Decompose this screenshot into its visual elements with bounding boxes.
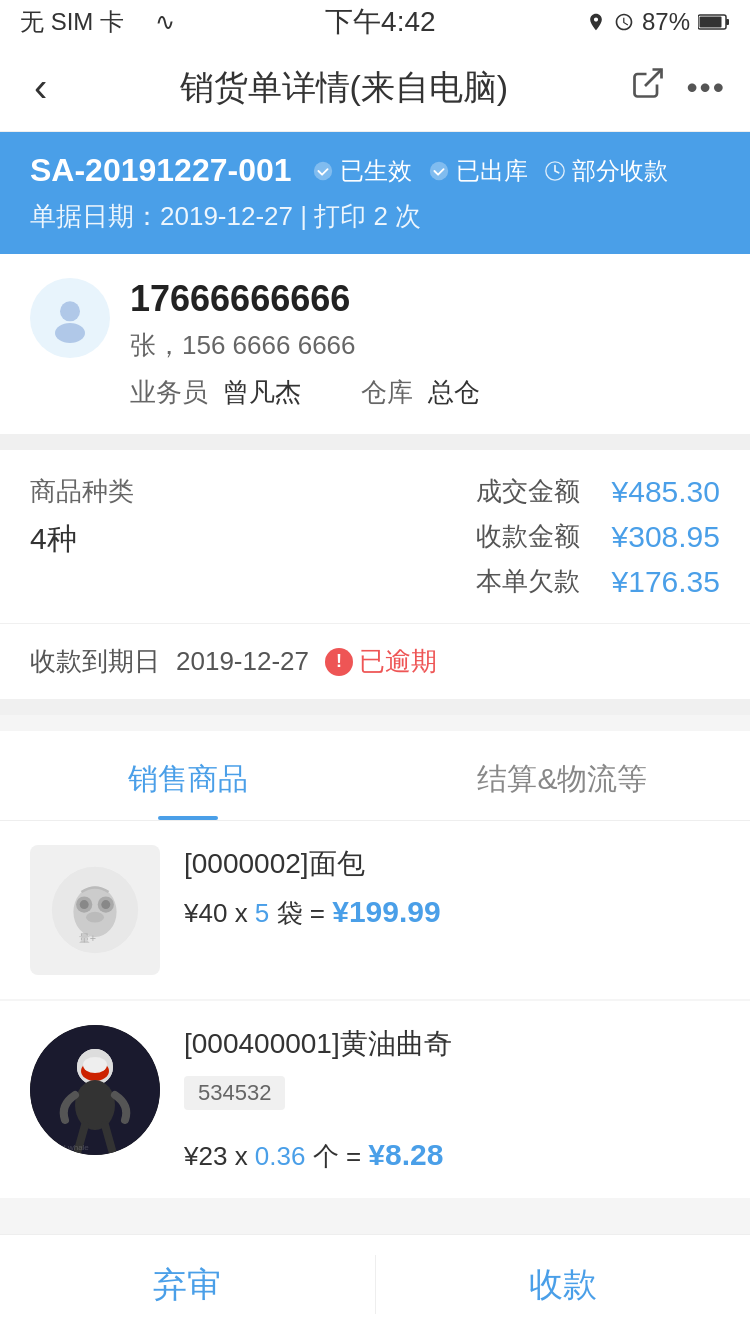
battery-icon bbox=[698, 13, 730, 31]
svg-point-21 bbox=[83, 1057, 107, 1073]
divider-2 bbox=[0, 699, 750, 715]
status-time: 下午4:42 bbox=[325, 3, 436, 41]
deal-amount-row: 成交金额 ¥485.30 bbox=[476, 474, 720, 509]
order-date: 单据日期：2019-12-27 | 打印 2 次 bbox=[30, 199, 720, 234]
order-header: SA-20191227-001 已生效 已出库 部分收款 单据日期：2019-1… bbox=[0, 132, 750, 254]
status-badges: 已生效 已出库 部分收款 bbox=[312, 155, 668, 187]
receive-amount: ¥308.95 bbox=[600, 520, 720, 554]
location-icon bbox=[586, 12, 606, 32]
svg-point-5 bbox=[429, 161, 447, 179]
share-icon[interactable] bbox=[630, 65, 666, 110]
overdue-badge: ! 已逾期 bbox=[325, 644, 437, 679]
nav-actions: ••• bbox=[630, 65, 726, 110]
sales-person: 业务员 曾凡杰 bbox=[130, 375, 301, 410]
svg-point-10 bbox=[73, 887, 116, 937]
more-icon[interactable]: ••• bbox=[686, 69, 726, 106]
product-tag: 534532 bbox=[184, 1076, 285, 1110]
svg-rect-2 bbox=[700, 17, 722, 28]
product-name-1: [0000002]面包 bbox=[184, 845, 720, 883]
product-info-2: [000400001]黄油曲奇 534532 ¥23 x 0.36 个 = ¥8… bbox=[184, 1025, 720, 1174]
amount-summary: 成交金额 ¥485.30 收款金额 ¥308.95 本单欠款 ¥176.35 bbox=[476, 474, 720, 599]
products-list: 量+ [0000002]面包 ¥40 x 5 袋 = ¥199.99 bbox=[0, 821, 750, 1198]
svg-line-3 bbox=[645, 70, 662, 87]
svg-point-15 bbox=[86, 912, 104, 923]
debt-amount-row: 本单欠款 ¥176.35 bbox=[476, 564, 720, 599]
svg-point-8 bbox=[55, 323, 85, 343]
overdue-icon: ! bbox=[325, 648, 353, 676]
badge-partial-payment: 部分收款 bbox=[544, 155, 668, 187]
deal-amount: ¥485.30 bbox=[600, 475, 720, 509]
product-image-1: 量+ bbox=[30, 845, 160, 975]
order-id: SA-20191227-001 bbox=[30, 152, 292, 189]
svg-point-7 bbox=[60, 301, 80, 321]
debt-amount: ¥176.35 bbox=[600, 565, 720, 599]
product-type-summary: 商品种类 4种 bbox=[30, 474, 134, 560]
tab-settlement[interactable]: 结算&物流等 bbox=[375, 731, 750, 820]
svg-point-4 bbox=[313, 161, 331, 179]
confirm-button[interactable]: 收款 bbox=[376, 1235, 751, 1334]
badge-effective: 已生效 bbox=[312, 155, 412, 187]
svg-rect-1 bbox=[726, 19, 729, 25]
due-date-section: 收款到期日 2019-12-27 ! 已逾期 bbox=[0, 623, 750, 699]
customer-section: 17666666666 张，156 6666 6666 业务员 曾凡杰 仓库 总… bbox=[0, 254, 750, 434]
nav-bar: ‹ 销货单详情(来自电脑) ••• bbox=[0, 44, 750, 132]
list-item: diamond whale [000400001]黄油曲奇 534532 ¥23… bbox=[0, 1001, 750, 1198]
status-right: 87% bbox=[586, 8, 730, 36]
tabs-row: 销售商品 结算&物流等 bbox=[0, 731, 750, 820]
due-date-label: 收款到期日 bbox=[30, 644, 160, 679]
back-button[interactable]: ‹ bbox=[24, 55, 57, 120]
product-price-2: ¥23 x 0.36 个 = ¥8.28 bbox=[184, 1138, 720, 1174]
page-title: 销货单详情(来自电脑) bbox=[57, 65, 630, 111]
summary-section: 商品种类 4种 成交金额 ¥485.30 收款金额 ¥308.95 本单欠款 ¥… bbox=[0, 450, 750, 623]
customer-info: 17666666666 张，156 6666 6666 业务员 曾凡杰 仓库 总… bbox=[130, 278, 720, 410]
product-price-1: ¥40 x 5 袋 = ¥199.99 bbox=[184, 895, 720, 931]
svg-point-22 bbox=[75, 1080, 115, 1130]
badge-shipped: 已出库 bbox=[428, 155, 528, 187]
status-bar: 无 SIM 卡 ∿ 下午4:42 87% bbox=[0, 0, 750, 44]
tabs-section: 销售商品 结算&物流等 bbox=[0, 731, 750, 821]
divider-1 bbox=[0, 434, 750, 450]
svg-point-14 bbox=[101, 900, 110, 909]
product-image-2: diamond whale bbox=[30, 1025, 160, 1155]
bottom-bar: 弃审 收款 bbox=[0, 1234, 750, 1334]
svg-point-13 bbox=[80, 900, 89, 909]
receive-amount-row: 收款金额 ¥308.95 bbox=[476, 519, 720, 554]
alarm-icon bbox=[614, 12, 634, 32]
tab-products[interactable]: 销售商品 bbox=[0, 731, 375, 820]
due-date-value: 2019-12-27 bbox=[176, 646, 309, 677]
list-item: 量+ [0000002]面包 ¥40 x 5 袋 = ¥199.99 bbox=[0, 821, 750, 999]
product-name-2: [000400001]黄油曲奇 bbox=[184, 1025, 720, 1063]
battery-text: 87% bbox=[642, 8, 690, 36]
status-left: 无 SIM 卡 ∿ bbox=[20, 6, 175, 38]
avatar bbox=[30, 278, 110, 358]
customer-meta: 业务员 曾凡杰 仓库 总仓 bbox=[130, 375, 720, 410]
warehouse: 仓库 总仓 bbox=[361, 375, 480, 410]
customer-phone: 17666666666 bbox=[130, 278, 720, 320]
product-info-1: [0000002]面包 ¥40 x 5 袋 = ¥199.99 bbox=[184, 845, 720, 931]
svg-text:量+: 量+ bbox=[79, 932, 96, 944]
svg-text:diamond whale: diamond whale bbox=[35, 1143, 89, 1152]
cancel-button[interactable]: 弃审 bbox=[0, 1235, 375, 1334]
customer-name: 张，156 6666 6666 bbox=[130, 328, 720, 363]
